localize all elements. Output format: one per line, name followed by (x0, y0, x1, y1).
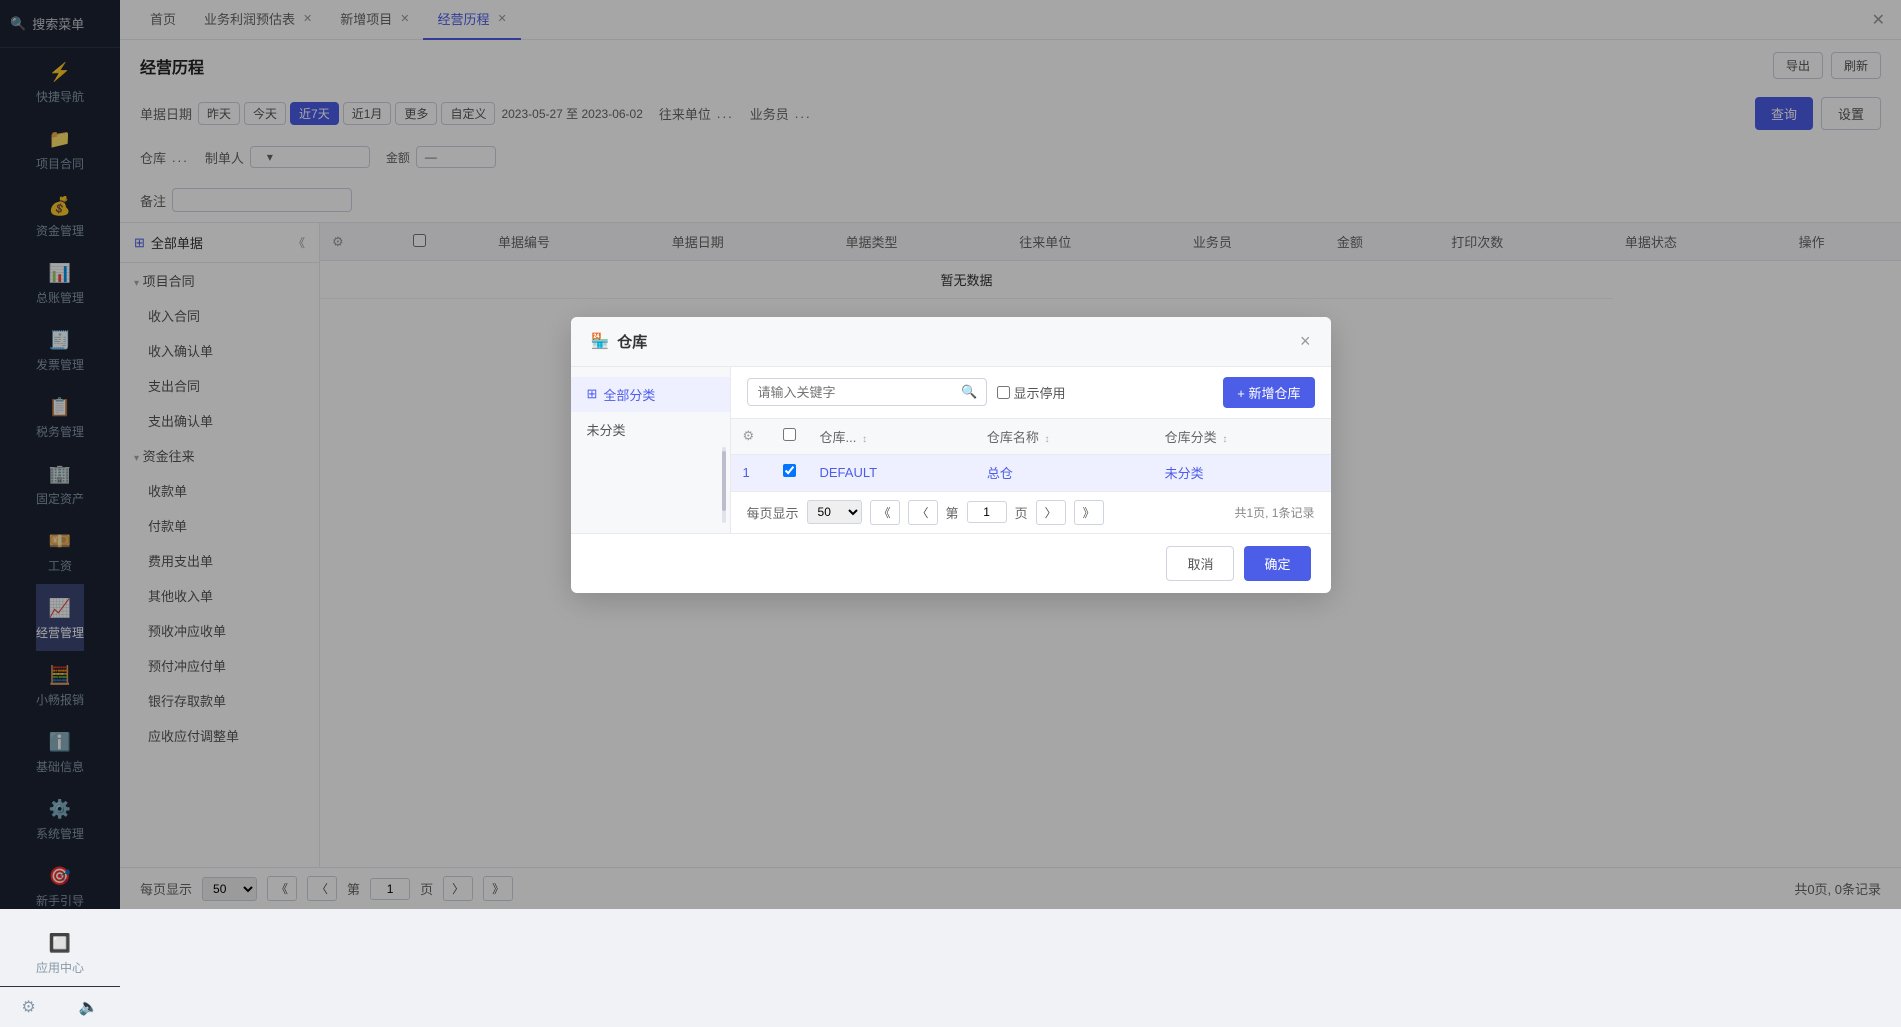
modal-all-category-label: 全部分类 (603, 385, 655, 404)
modal-table-wrap: ⚙ 仓库... ↕ 仓库名称 (731, 419, 1331, 491)
modal-unclassified-label: 未分类 (587, 420, 626, 439)
name-sort-icon[interactable]: ↕ (1045, 434, 1050, 445)
modal-page-input[interactable] (967, 501, 1007, 523)
row-name: 总仓 (975, 454, 1153, 490)
warehouse-icon: 🏪 (591, 332, 610, 350)
sidebar-item-label: 应用中心 (36, 959, 84, 976)
add-warehouse-label: + 新增仓库 (1237, 383, 1300, 402)
row-category: 未分类 (1153, 454, 1331, 490)
table-row[interactable]: 1 DEFAULT 总仓 未分类 (731, 454, 1331, 490)
modal-page-label: 页 (1015, 503, 1028, 522)
modal-search-input[interactable] (748, 380, 954, 405)
show-disabled-label[interactable]: 显示停用 (997, 383, 1066, 402)
sidebar-bottom: ⚙ 🔈 (0, 986, 120, 1027)
modal-close-button[interactable]: × (1300, 331, 1311, 352)
modal-right-panel: 🔍 显示停用 + 新增仓库 ⚙ (731, 367, 1331, 533)
modal-page-word: 第 (946, 503, 959, 522)
warehouse-modal: 🏪 仓库 × ⊞ 全部分类 未分类 (571, 317, 1331, 593)
grid-icon: ⊞ (587, 386, 598, 402)
modal-next-page[interactable]: 〉 (1036, 500, 1066, 525)
modal-th-checkbox (771, 419, 808, 455)
select-all-checkbox[interactable] (783, 428, 796, 441)
row-checkbox-cell (771, 454, 808, 490)
modal-title-text: 仓库 (617, 331, 647, 352)
sidebar-item-app-center[interactable]: 🔲 应用中心 (36, 919, 84, 986)
modal-header: 🏪 仓库 × (571, 317, 1331, 367)
modal-last-page[interactable]: 》 (1074, 500, 1104, 525)
modal-th-name: 仓库名称 ↕ (975, 419, 1153, 455)
app-center-icon: 🔲 (49, 933, 71, 954)
category-sort-icon[interactable]: ↕ (1222, 434, 1227, 445)
modal-left-panel: ⊞ 全部分类 未分类 (571, 367, 731, 533)
modal-prev-page[interactable]: 〈 (908, 500, 938, 525)
modal-th-category: 仓库分类 ↕ (1153, 419, 1331, 455)
modal-title: 🏪 仓库 (591, 331, 648, 352)
volume-icon[interactable]: 🔈 (79, 997, 99, 1017)
modal-search-box: 🔍 (747, 378, 987, 406)
modal-toolbar: 🔍 显示停用 + 新增仓库 (731, 367, 1331, 419)
modal-per-page-select[interactable]: 50 100 (807, 500, 862, 524)
show-disabled-checkbox[interactable] (997, 386, 1010, 399)
modal-all-category[interactable]: ⊞ 全部分类 (571, 377, 730, 412)
modal-overlay[interactable]: 🏪 仓库 × ⊞ 全部分类 未分类 (0, 0, 1901, 909)
modal-per-page-label: 每页显示 (747, 503, 799, 522)
column-settings-icon[interactable]: ⚙ (743, 428, 755, 443)
row-code: DEFAULT (808, 454, 975, 490)
modal-first-page[interactable]: 《 (870, 500, 900, 525)
settings-icon[interactable]: ⚙ (21, 997, 35, 1017)
modal-th-settings: ⚙ (731, 419, 771, 455)
add-warehouse-button[interactable]: + 新增仓库 (1223, 377, 1314, 408)
row-checkbox[interactable] (783, 464, 796, 477)
row-num: 1 (731, 454, 771, 490)
modal-cancel-button[interactable]: 取消 (1166, 546, 1234, 581)
modal-confirm-button[interactable]: 确定 (1244, 546, 1310, 581)
modal-total-info: 共1页, 1条记录 (1234, 504, 1314, 521)
modal-unclassified[interactable]: 未分类 (571, 412, 730, 447)
show-disabled-text: 显示停用 (1014, 383, 1066, 402)
modal-th-code: 仓库... ↕ (808, 419, 975, 455)
modal-search-icon[interactable]: 🔍 (953, 379, 985, 405)
modal-actions: 取消 确定 (571, 533, 1331, 593)
modal-footer-bar: 每页显示 50 100 《 〈 第 页 〉 》 共1页, 1条记录 (731, 491, 1331, 533)
modal-warehouse-table: ⚙ 仓库... ↕ 仓库名称 (731, 419, 1331, 491)
code-sort-icon[interactable]: ↕ (862, 434, 867, 445)
modal-body: ⊞ 全部分类 未分类 🔍 (571, 367, 1331, 533)
